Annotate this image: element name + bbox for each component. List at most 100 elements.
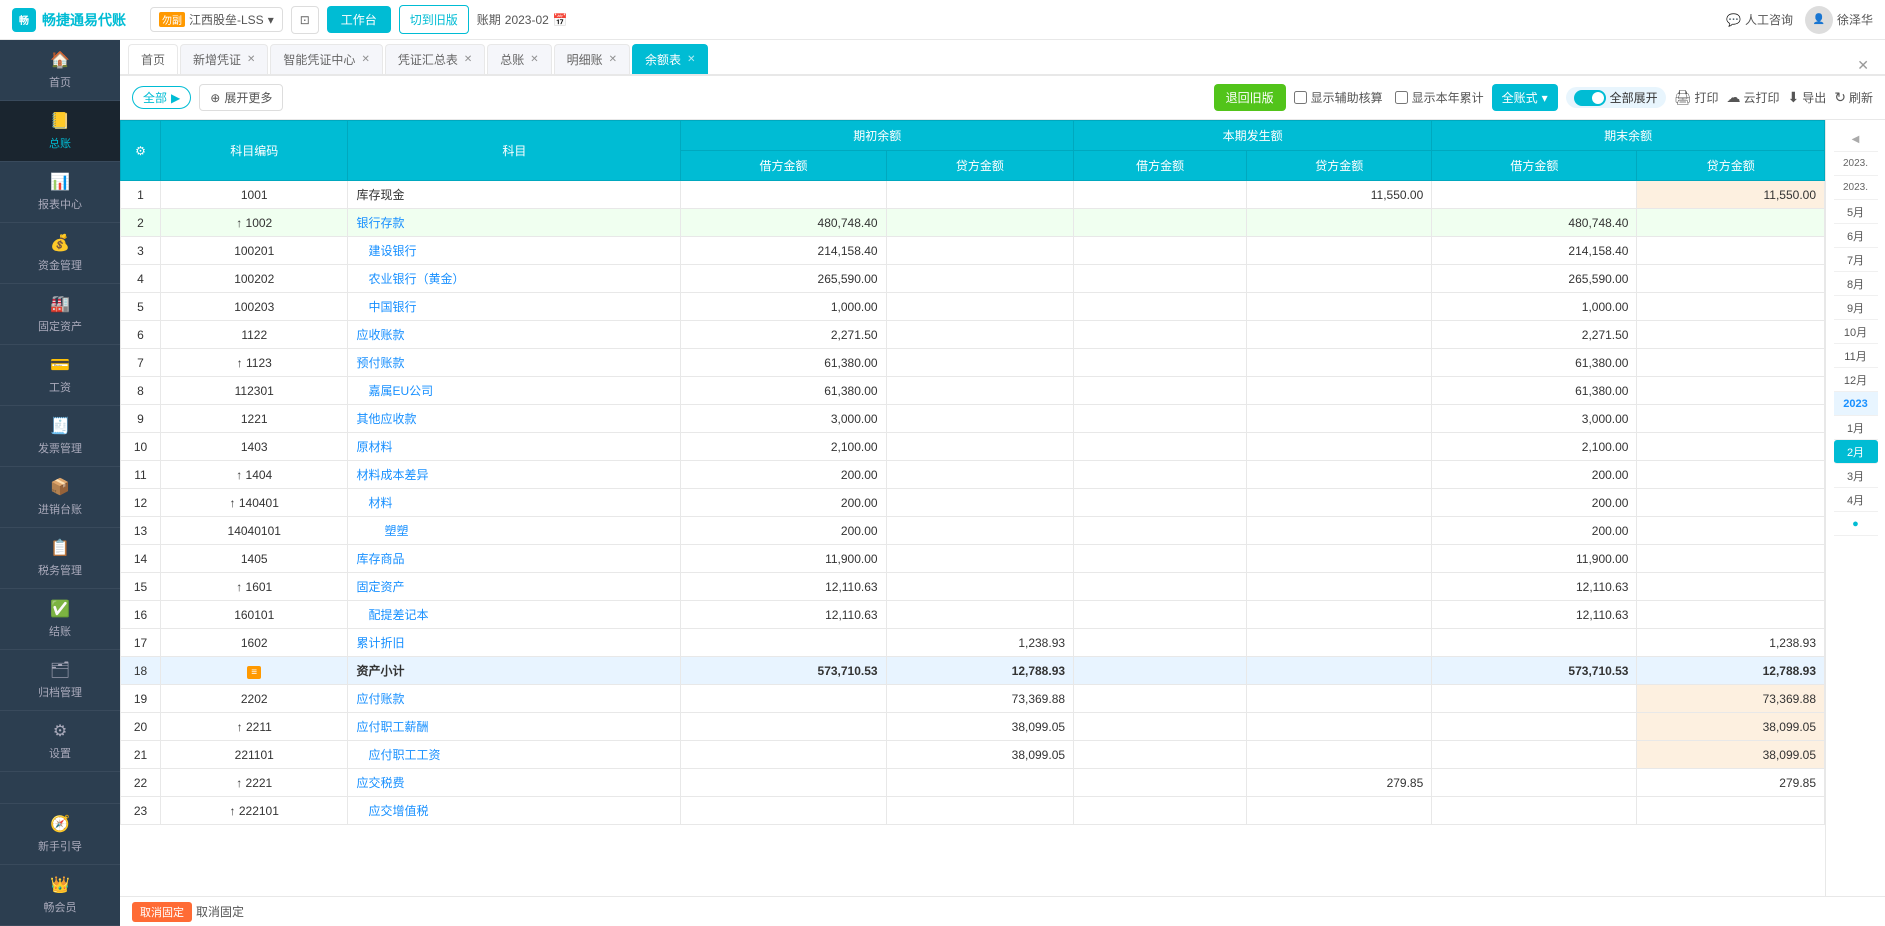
tab-balance-close[interactable]: ✕ [687,54,695,65]
sidebar-item-member[interactable]: 👑 畅会员 [0,865,120,926]
subject-link[interactable]: 材料 [368,496,392,510]
calendar-icon[interactable]: 📅 [553,13,568,27]
return-old-button[interactable]: 退回旧版 [1214,84,1286,111]
subject-link[interactable]: 累计折旧 [356,636,404,650]
sidebar-item-salary[interactable]: 💳 工资 [0,345,120,406]
cur-credit [1247,545,1432,573]
expand-all-toggle[interactable]: 全部展开 [1566,87,1666,108]
subject-link[interactable]: 固定资产 [356,580,404,594]
tab-balance[interactable]: 余额表 ✕ [632,44,708,74]
expand-right-button[interactable]: ◀ [1834,128,1878,152]
full-format-button[interactable]: 全账式 ▾ [1492,84,1558,111]
subject-link[interactable]: 配提差记本 [368,608,428,622]
subject-link[interactable]: 应交增值税 [368,804,428,818]
tab-smart-center-close[interactable]: ✕ [361,54,369,65]
subject-code: 14040101 [161,517,348,545]
sidebar-item-invoice[interactable]: 🧾 发票管理 [0,406,120,467]
cur-debit [1074,405,1247,433]
cloud-print-action[interactable]: ☁ 云打印 [1726,89,1779,106]
refresh-action[interactable]: ↻ 刷新 [1834,89,1873,106]
tab-ledger-close[interactable]: ✕ [530,54,538,65]
subject-link[interactable]: 其他应收款 [356,412,416,426]
open-credit: 73,369.88 [886,685,1073,713]
switch-version-button[interactable]: 切到旧版 [399,5,469,34]
copy-icon[interactable]: ⊡ [291,6,319,34]
subject-link[interactable]: 塑塑 [384,524,408,538]
unfix-button[interactable]: 取消固定 [132,902,192,922]
toggle-switch[interactable] [1574,90,1606,106]
user-profile[interactable]: 👤 徐泽华 [1805,6,1873,34]
month-12[interactable]: 12月 [1834,368,1878,392]
subject-code: 1403 [161,433,348,461]
sidebar-item-settings[interactable]: ⚙ 设置 [0,711,120,772]
expand-button[interactable]: ⊕ 展开更多 [199,84,283,111]
subject-link[interactable]: 库存商品 [356,552,404,566]
row-num: 11 [121,461,161,489]
export-action[interactable]: ⬇ 导出 [1788,89,1827,106]
sidebar-item-tax[interactable]: 📋 税务管理 [0,528,120,589]
sidebar-item-home[interactable]: 🏠 首页 [0,40,120,101]
subject-link[interactable]: 应收账款 [356,328,404,342]
tab-detail[interactable]: 明细账 ✕ [554,44,630,74]
sidebar-item-assets[interactable]: 🏭 固定资产 [0,284,120,345]
sidebar-item-settle[interactable]: ✅ 结账 [0,589,120,650]
month-5[interactable]: 5月 [1834,200,1878,224]
tab-smart-center[interactable]: 智能凭证中心 ✕ [270,44,382,74]
subject-link[interactable]: 材料成本差异 [356,468,428,482]
subject-link[interactable]: 应付职工工资 [368,748,440,762]
month-8[interactable]: 8月 [1834,272,1878,296]
month-3[interactable]: 3月 [1834,464,1878,488]
month-6[interactable]: 6月 [1834,224,1878,248]
ledger-icon: 📒 [50,111,70,131]
sidebar-item-ledger[interactable]: 📒 总账 [0,101,120,162]
tab-new-voucher[interactable]: 新增凭证 ✕ [180,44,268,74]
tab-new-voucher-close[interactable]: ✕ [247,54,255,65]
month-7[interactable]: 7月 [1834,248,1878,272]
cur-debit [1074,573,1247,601]
print-action[interactable]: 🖨 打印 [1674,89,1719,106]
subject-link[interactable]: 银行存款 [356,216,404,230]
sidebar-item-guide[interactable]: 🧭 新手引导 [0,803,120,865]
table-row: 14 1405 库存商品 11,900.00 11,900.00 [121,545,1825,573]
all-filter[interactable]: 全部 ▶ [132,86,191,109]
company-selector[interactable]: 勿副 江西股垒-LSS ▾ [150,7,283,32]
month-9[interactable]: 9月 [1834,296,1878,320]
subject-link[interactable]: 嘉属EU公司 [368,384,433,398]
month-10[interactable]: 10月 [1834,320,1878,344]
tab-detail-close[interactable]: ✕ [609,54,617,65]
month-4[interactable]: 4月 [1834,488,1878,512]
ai-consult[interactable]: 💬 人工咨询 [1726,11,1793,28]
sidebar-item-funds[interactable]: 💰 资金管理 [0,223,120,284]
tab-home[interactable]: 首页 [128,44,178,74]
month-2-active[interactable]: 2月 [1834,440,1878,464]
sidebar-item-purchase[interactable]: 📦 进销台账 [0,467,120,528]
subject-link[interactable]: 预付账款 [356,356,404,370]
th-gear[interactable]: ⚙ [121,121,161,181]
sidebar-item-reports[interactable]: 📊 报表中心 [0,162,120,223]
month-11[interactable]: 11月 [1834,344,1878,368]
subject-link[interactable]: 原材料 [356,440,392,454]
workbench-button[interactable]: 工作台 [327,6,391,33]
tab-ledger[interactable]: 总账 ✕ [487,44,551,74]
aux-checkbox-input[interactable] [1294,91,1307,104]
subject-code: 1221 [161,405,348,433]
sidebar-label-purchase: 进销台账 [38,501,82,517]
subject-link[interactable]: 农业银行（黄金） [368,272,464,286]
sidebar-item-archive[interactable]: 🗂 归档管理 [0,650,120,711]
year-2023[interactable]: 2023 [1834,392,1878,416]
tab-voucher-summary-close[interactable]: ✕ [464,54,472,65]
show-aux-checkbox[interactable]: 显示辅助核算 [1294,89,1383,106]
reports-icon: 📊 [50,172,70,192]
subject-link[interactable]: 应付职工薪酬 [356,720,428,734]
month-1[interactable]: 1月 [1834,416,1878,440]
subject-link[interactable]: 中国银行 [368,300,416,314]
open-debit: 11,900.00 [681,545,886,573]
subject-link[interactable]: 应交税费 [356,776,404,790]
cur-credit [1247,573,1432,601]
show-ytd-checkbox[interactable]: 显示本年累计 [1395,89,1484,106]
subject-link[interactable]: 建设银行 [368,244,416,258]
close-all-button[interactable]: ✕ [1849,57,1877,74]
tab-voucher-summary[interactable]: 凭证汇总表 ✕ [385,44,485,74]
ytd-checkbox-input[interactable] [1395,91,1408,104]
subject-link[interactable]: 应付账款 [356,692,404,706]
